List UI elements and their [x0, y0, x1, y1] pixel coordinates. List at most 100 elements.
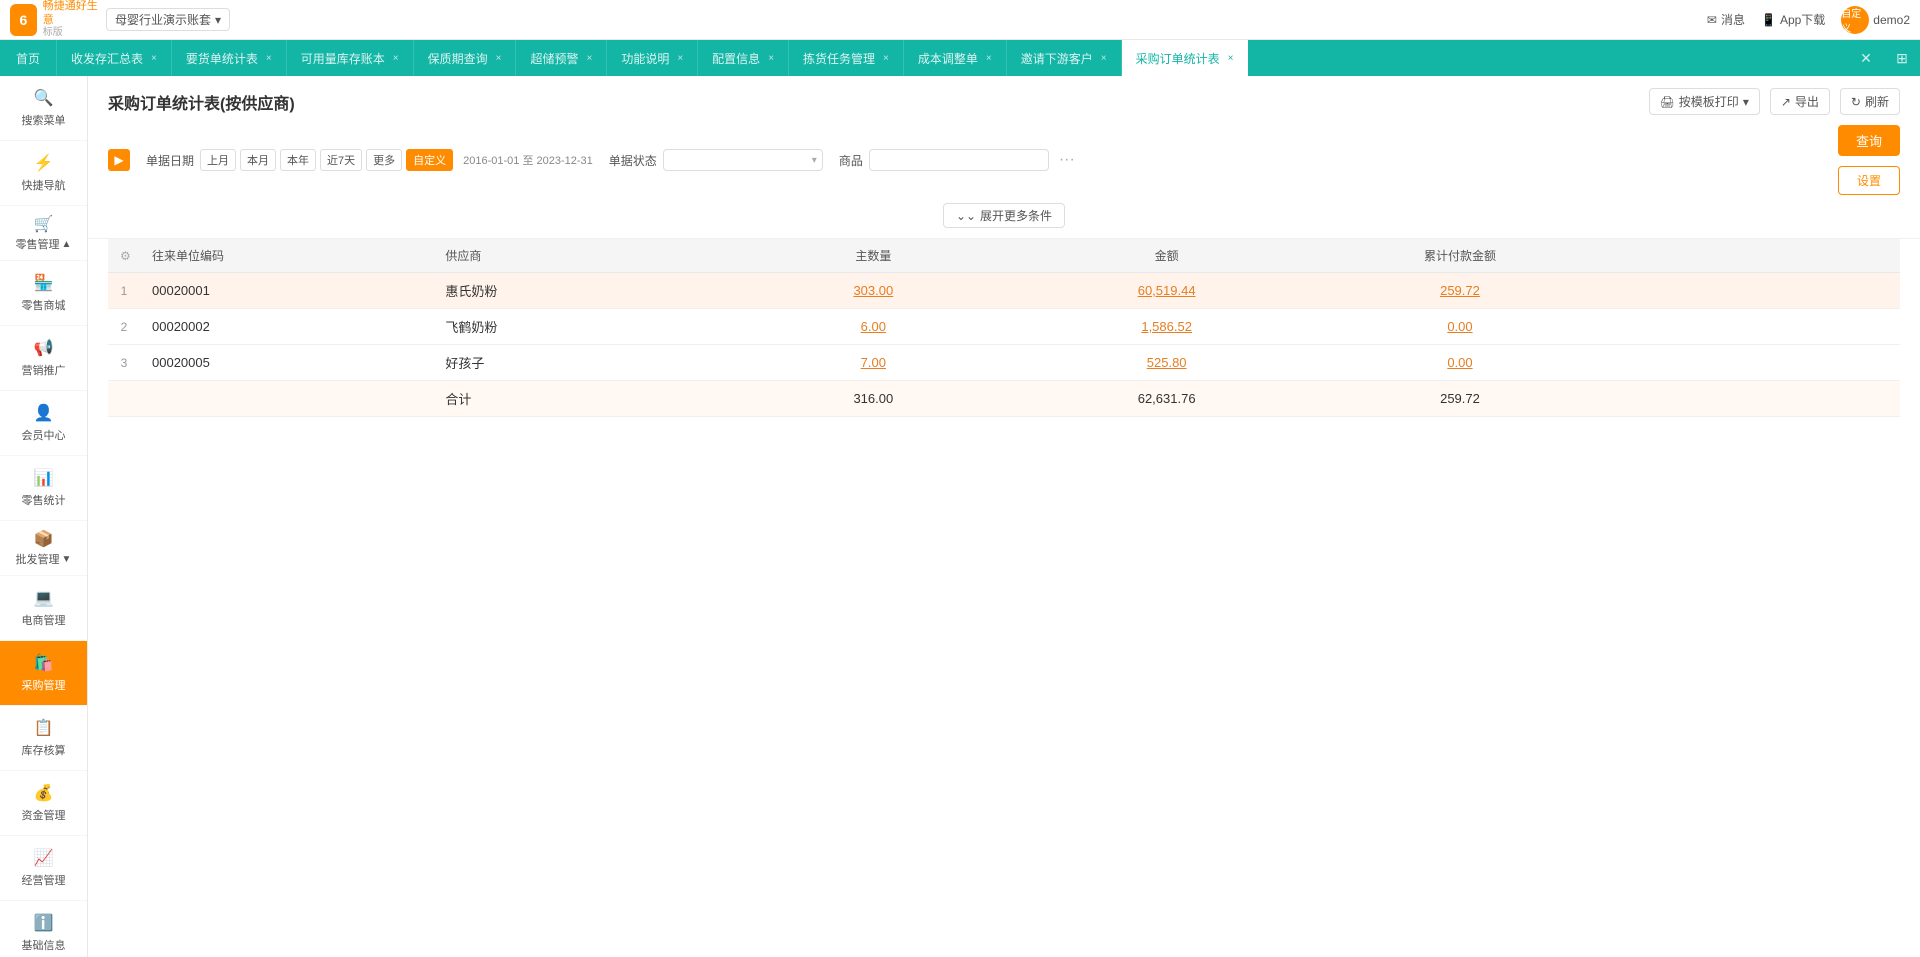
table-row: 2 00020002 飞鹤奶粉 6.00 1,586.52 0.00: [108, 309, 1900, 345]
date-btn-custom[interactable]: 自定义: [406, 149, 453, 171]
close-tab-purchase-summary[interactable]: ×: [1228, 53, 1234, 64]
goods-label: 商品: [839, 152, 863, 169]
goods-more-btn[interactable]: ···: [1055, 151, 1079, 169]
date-btn-this-month[interactable]: 本月: [240, 149, 276, 171]
workspace-selector[interactable]: 母婴行业演示账套 ▾: [106, 8, 230, 31]
print-button[interactable]: 🖨 按模板打印 ▾: [1649, 88, 1760, 115]
col-header-supplier: 供应商: [433, 239, 726, 273]
close-tab-config[interactable]: ×: [768, 53, 774, 64]
filter-toggle-btn[interactable]: ▶: [108, 149, 130, 171]
close-tab-invite-downstream[interactable]: ×: [1101, 53, 1107, 64]
row-extra: [1607, 345, 1900, 381]
table-area: ⚙ 往来单位编码 供应商 主数量 金额 累计付款金额 1 00020001 惠氏…: [88, 239, 1920, 957]
app-download-action[interactable]: 📱 App下载: [1761, 11, 1825, 28]
close-tab-cost-adjust[interactable]: ×: [986, 53, 992, 64]
sidebar-item-retail-stat[interactable]: 📊 零售统计: [0, 456, 87, 521]
expand-tabs-button[interactable]: ⊞: [1884, 40, 1920, 76]
retail-stat-icon: 📊: [34, 468, 54, 488]
sidebar-item-purchase[interactable]: 🛍️ 采购管理: [0, 641, 87, 706]
tab-func-desc[interactable]: 功能说明 ×: [607, 40, 698, 76]
table-row: 3 00020005 好孩子 7.00 525.80 0.00: [108, 345, 1900, 381]
purchase-icon: 🛍️: [34, 653, 54, 673]
tab-invite-downstream[interactable]: 邀请下游客户 ×: [1007, 40, 1122, 76]
export-button[interactable]: ↗ 导出: [1770, 88, 1830, 115]
row-num: 1: [108, 273, 140, 309]
status-select[interactable]: [663, 149, 823, 171]
sidebar-item-inventory[interactable]: 📋 库存核算: [0, 706, 87, 771]
retail-expand-icon: ▲: [62, 239, 72, 250]
inventory-icon: 📋: [34, 718, 54, 738]
close-tab-sfsummary[interactable]: ×: [151, 53, 157, 64]
col-header-paid: 累计付款金额: [1313, 239, 1606, 273]
footer-summary-label: 合计: [433, 381, 726, 417]
sidebar-item-search[interactable]: 🔍 搜索菜单: [0, 76, 87, 141]
message-icon: ✉: [1707, 13, 1717, 27]
expand-more-btn[interactable]: ⌄⌄ 展开更多条件: [943, 203, 1065, 228]
sidebar-item-wholesale[interactable]: 📦 批发管理 ▼: [0, 521, 87, 576]
expand-row: ⌄⌄ 展开更多条件: [108, 203, 1900, 228]
col-header-extra: [1607, 239, 1900, 273]
sidebar-item-ops[interactable]: 📈 经营管理: [0, 836, 87, 901]
sidebar-item-quick-nav[interactable]: ⚡ 快捷导航: [0, 141, 87, 206]
expand-icon: ⌄⌄: [956, 209, 976, 223]
nav-tabs: 首页 收发存汇总表 × 要货单统计表 × 可用量库存账本 × 保质期查询 × 超…: [0, 40, 1920, 76]
date-btn-last-month[interactable]: 上月: [200, 149, 236, 171]
footer-amount: 62,631.76: [1020, 381, 1313, 417]
tab-available-stock[interactable]: 可用量库存账本 ×: [287, 40, 414, 76]
tab-purchase-summary[interactable]: 采购订单统计表 ×: [1122, 40, 1249, 76]
settings-button[interactable]: 设置: [1838, 166, 1900, 195]
row-extra: [1607, 309, 1900, 345]
top-bar-right: ✉ 消息 📱 App下载 自定义 demo2: [1707, 6, 1910, 34]
row-amount[interactable]: 1,586.52: [1020, 309, 1313, 345]
date-btn-7days[interactable]: 近7天: [320, 149, 362, 171]
row-paid[interactable]: 0.00: [1313, 309, 1606, 345]
refresh-button[interactable]: ↻ 刷新: [1840, 88, 1900, 115]
sidebar-item-ecommerce[interactable]: 💻 电商管理: [0, 576, 87, 641]
close-tab-requisition[interactable]: ×: [266, 53, 272, 64]
tab-home[interactable]: 首页: [0, 40, 57, 76]
date-btn-this-year[interactable]: 本年: [280, 149, 316, 171]
row-qty[interactable]: 6.00: [727, 309, 1020, 345]
tab-requisition[interactable]: 要货单统计表 ×: [172, 40, 287, 76]
row-amount[interactable]: 60,519.44: [1020, 273, 1313, 309]
nav-tab-end: ✕ ⊞: [1848, 40, 1920, 76]
row-unit-code: 00020005: [140, 345, 433, 381]
sidebar-item-basic-info[interactable]: ℹ️ 基础信息: [0, 901, 87, 957]
sidebar-item-member[interactable]: 👤 会员中心: [0, 391, 87, 456]
close-tab-func-desc[interactable]: ×: [677, 53, 683, 64]
column-settings-icon[interactable]: ⚙: [120, 249, 131, 263]
close-tab-available-stock[interactable]: ×: [393, 53, 399, 64]
logo-text: 畅捷通好生意 标版: [43, 0, 98, 38]
sidebar-item-finance[interactable]: 💰 资金管理: [0, 771, 87, 836]
filter-row: ▶ 单据日期 上月 本月 本年 近7天 更多 自定义 2016-01-01 至 …: [108, 125, 1900, 195]
message-action[interactable]: ✉ 消息: [1707, 11, 1745, 28]
sidebar-item-retail-store[interactable]: 🏪 零售商城: [0, 261, 87, 326]
status-select-wrap: [663, 149, 823, 171]
tab-pick-task[interactable]: 拣货任务管理 ×: [789, 40, 904, 76]
close-all-tabs-button[interactable]: ✕: [1848, 40, 1884, 76]
tab-cost-adjust[interactable]: 成本调整单 ×: [904, 40, 1007, 76]
date-label: 单据日期: [146, 152, 194, 169]
content-area: 采购订单统计表(按供应商) 🖨 按模板打印 ▾ ↗ 导出 ↻ 刷新: [88, 76, 1920, 957]
date-btn-more[interactable]: 更多: [366, 149, 402, 171]
close-tab-pick-task[interactable]: ×: [883, 53, 889, 64]
tab-overstock[interactable]: 超储预警 ×: [516, 40, 607, 76]
row-amount[interactable]: 525.80: [1020, 345, 1313, 381]
sidebar-item-retail[interactable]: 🛒 零售管理 ▲: [0, 206, 87, 261]
close-tab-expire-check[interactable]: ×: [496, 53, 502, 64]
query-button[interactable]: 查询: [1838, 125, 1900, 156]
goods-input[interactable]: [869, 149, 1049, 171]
query-btns: 查询 设置: [1828, 125, 1900, 195]
chevron-down-icon: ▾: [215, 13, 221, 27]
filter-area: ▶ 单据日期 上月 本月 本年 近7天 更多 自定义 2016-01-01 至 …: [88, 115, 1920, 239]
tab-expire-check[interactable]: 保质期查询 ×: [414, 40, 517, 76]
row-paid[interactable]: 0.00: [1313, 345, 1606, 381]
close-tab-overstock[interactable]: ×: [586, 53, 592, 64]
sidebar-item-marketing[interactable]: 📢 营销推广: [0, 326, 87, 391]
tab-config[interactable]: 配置信息 ×: [698, 40, 789, 76]
row-qty[interactable]: 7.00: [727, 345, 1020, 381]
user-action[interactable]: 自定义 demo2: [1841, 6, 1910, 34]
row-paid[interactable]: 259.72: [1313, 273, 1606, 309]
tab-sfsummary[interactable]: 收发存汇总表 ×: [57, 40, 172, 76]
row-qty[interactable]: 303.00: [727, 273, 1020, 309]
